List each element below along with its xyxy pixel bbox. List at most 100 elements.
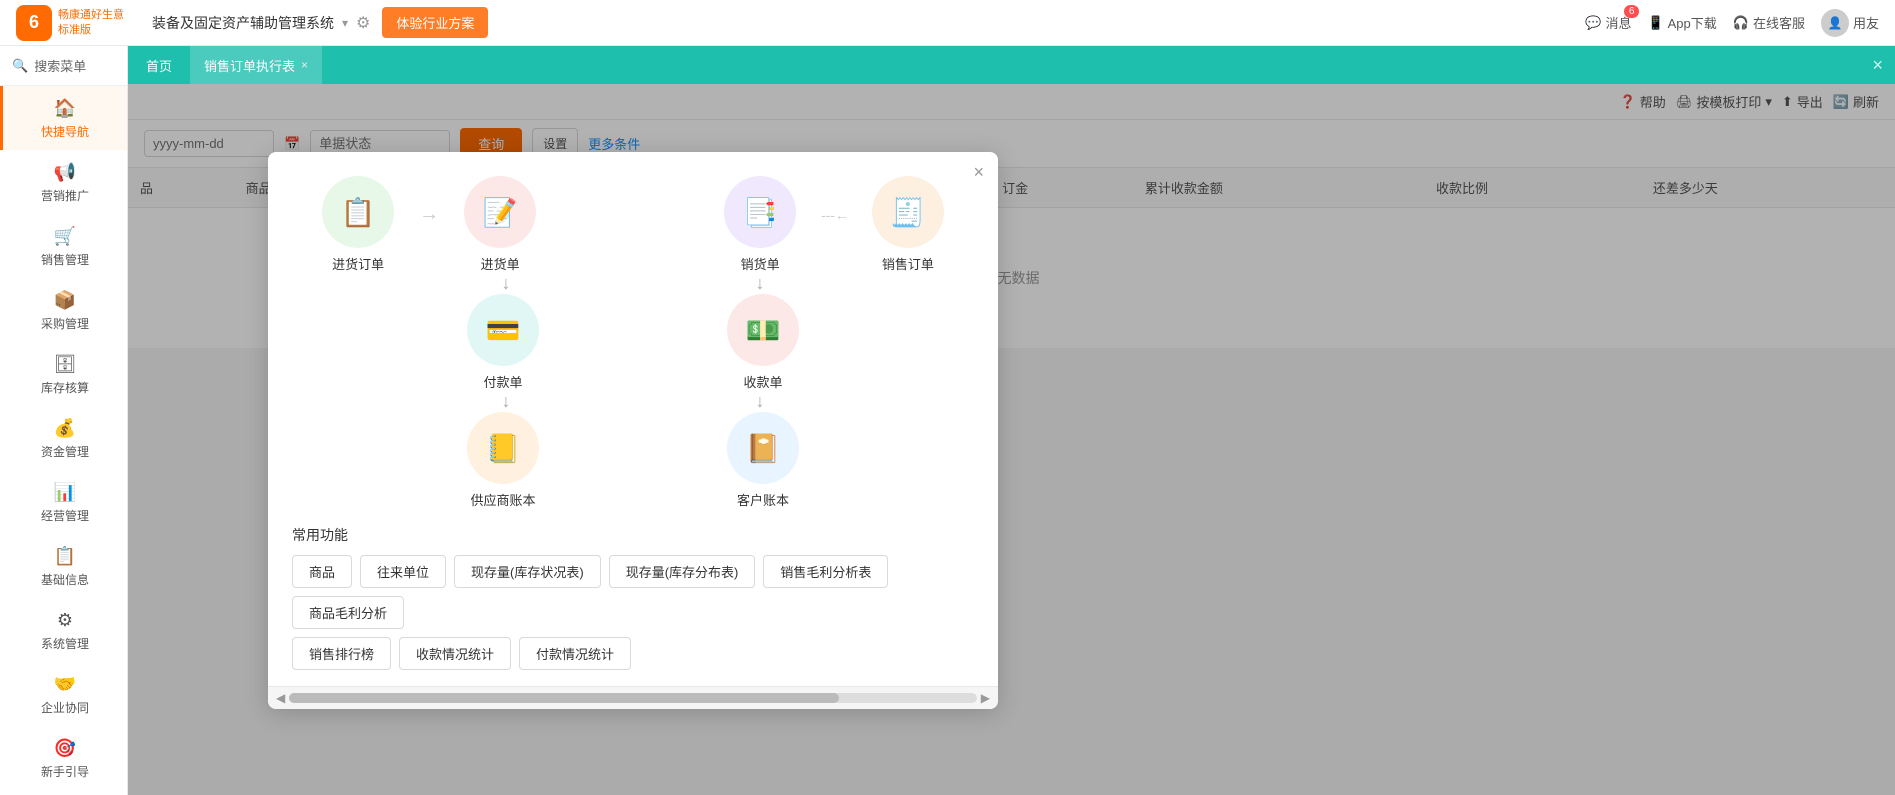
func-btn-stock-dist[interactable]: 现存量(库存分布表) [609, 555, 756, 588]
page-content: ❓ 帮助 🖨 按模板打印 ▾ ⬆ 导出 🔄 [128, 84, 1895, 795]
trial-button[interactable]: 体验行业方案 [382, 7, 488, 38]
func-buttons-row1: 商品 往来单位 现存量(库存状况表) 现存量(库存分布表) 销售毛利分析表 商品… [292, 555, 974, 629]
system-icon: ⚙ [57, 610, 73, 631]
tab-close-button[interactable]: × [301, 58, 308, 72]
inventory-icon: 🗄 [54, 354, 77, 375]
app-download-button[interactable]: 📱 App下载 [1647, 13, 1716, 32]
down-arrow-payment: ↓ [442, 391, 569, 412]
scroll-right-arrow[interactable]: ▶ [981, 691, 990, 705]
flow-purchase-bill[interactable]: 📝 进货单 [435, 176, 565, 273]
spacer-r2-1 [292, 273, 419, 294]
func-btn-sales-rank[interactable]: 销售排行榜 [292, 637, 391, 670]
sidebar-item-newbie[interactable]: 🎯 新手引导 [0, 726, 127, 790]
sidebar-item-finance[interactable]: 💰 资金管理 [0, 406, 127, 470]
user-menu[interactable]: 👤 用友 [1821, 9, 1879, 37]
func-btn-receipt-stat[interactable]: 收款情况统计 [399, 637, 511, 670]
online-service-button[interactable]: 🎧 在线客服 [1733, 13, 1805, 32]
down-arrow-purchase-bill: ↓ [442, 273, 569, 294]
spacer-r2-3 [569, 273, 696, 294]
spacer-r4-1 [292, 391, 419, 412]
common-func-title: 常用功能 [292, 525, 974, 545]
flow-payment-bill[interactable]: 💳 付款单 [438, 294, 568, 391]
flow-sales-bill[interactable]: 📑 销货单 [695, 176, 825, 273]
purchase-bill-icon: 📝 [464, 176, 536, 248]
sales-bill-icon: 📑 [724, 176, 796, 248]
close-all-tabs-button[interactable]: × [1872, 55, 1883, 76]
finance-icon: 💰 [54, 418, 76, 439]
modal-overlay: × 📋 进货订单 → [128, 84, 1895, 795]
avatar: 👤 [1821, 9, 1849, 37]
customer-ledger-icon: 📔 [727, 412, 799, 484]
sales-order-label: 销售订单 [882, 254, 934, 273]
scroll-left-arrow[interactable]: ◀ [276, 691, 285, 705]
purchase-order-icon: 📋 [322, 176, 394, 248]
func-btn-sales-margin[interactable]: 销售毛利分析表 [763, 555, 888, 588]
down-arrow-receipt: ↓ [697, 391, 824, 412]
sidebar: 🔍 搜索菜单 🏠 快捷导航 📢 营销推广 🛒 销售管理 📦 采购管理 🗄 [0, 46, 128, 795]
app-icon: 📱 [1647, 15, 1663, 31]
spacer-r4-3 [569, 391, 696, 412]
sidebar-item-quick-nav[interactable]: 🏠 快捷导航 [0, 86, 127, 150]
newbie-icon: 🎯 [54, 738, 76, 759]
system-title: 装备及固定资产辅助管理系统 ▾ [152, 13, 348, 33]
sidebar-item-basic[interactable]: 📋 基础信息 [0, 534, 127, 598]
func-btn-payment-stat[interactable]: 付款情况统计 [519, 637, 631, 670]
sales-order-icon: 🧾 [872, 176, 944, 248]
supplier-ledger-icon: 📒 [467, 412, 539, 484]
func-btn-product-margin[interactable]: 商品毛利分析 [292, 596, 404, 629]
common-functions-section: 常用功能 商品 往来单位 现存量(库存状况表) 现存量(库存分布表) 销售毛利分… [292, 525, 974, 670]
sales-icon: 🛒 [54, 226, 76, 247]
func-buttons-row2: 销售排行榜 收款情况统计 付款情况统计 [292, 637, 974, 670]
sidebar-item-system[interactable]: ⚙ 系统管理 [0, 598, 127, 662]
down-arrow-sales-bill: ↓ [697, 273, 824, 294]
spacer-r4-6 [847, 391, 974, 412]
tab-sales-order[interactable]: 销售订单执行表 × [190, 46, 322, 84]
operation-icon: 📊 [54, 482, 76, 503]
supplier-ledger-label: 供应商账本 [470, 490, 535, 509]
service-icon: 🎧 [1733, 15, 1749, 31]
func-btn-product[interactable]: 商品 [292, 555, 352, 588]
flow-supplier-ledger[interactable]: 📒 供应商账本 [438, 412, 568, 509]
purchase-bill-label: 进货单 [481, 254, 520, 273]
modal-scroll-bar[interactable]: ◀ ▶ [268, 686, 998, 709]
sidebar-item-sales[interactable]: 🛒 销售管理 [0, 214, 127, 278]
content-area: 首页 销售订单执行表 × × ❓ 帮助 [128, 46, 1895, 795]
sidebar-item-marketing[interactable]: 📢 营销推广 [0, 150, 127, 214]
func-btn-partner[interactable]: 往来单位 [360, 555, 446, 588]
sidebar-item-inventory[interactable]: 🗄 库存核算 [0, 342, 127, 406]
scroll-thumb [289, 693, 839, 703]
enterprise-icon: 🤝 [54, 674, 76, 695]
gear-icon[interactable]: ⚙ [356, 13, 370, 33]
spacer-r2-arrow2 [824, 273, 847, 294]
logo-area: 6 畅康通好生意 标准版 [16, 5, 144, 41]
spacer-r2-6 [847, 273, 974, 294]
top-right-actions: 💬 消息 6 📱 App下载 🎧 在线客服 👤 用友 [1585, 9, 1879, 37]
sidebar-item-enterprise[interactable]: 🤝 企业协同 [0, 662, 127, 726]
flow-customer-ledger[interactable]: 📔 客户账本 [698, 412, 828, 509]
sales-bill-label: 销货单 [741, 254, 780, 273]
system-dropdown-icon[interactable]: ▾ [342, 16, 348, 30]
search-icon: 🔍 [12, 58, 28, 74]
marketing-icon: 📢 [54, 162, 76, 183]
spacer-r4-a [419, 391, 442, 412]
payment-bill-icon: 💳 [467, 294, 539, 366]
sidebar-item-operation[interactable]: 📊 经营管理 [0, 470, 127, 534]
sidebar-item-purchase[interactable]: 📦 采购管理 [0, 278, 127, 342]
tab-bar: 首页 销售订单执行表 × × [128, 46, 1895, 84]
message-badge: 6 [1624, 5, 1640, 18]
modal-close-button[interactable]: × [973, 162, 984, 183]
message-icon: 💬 [1585, 15, 1601, 31]
flow-purchase-order[interactable]: 📋 进货订单 [293, 176, 423, 273]
customer-ledger-label: 客户账本 [737, 490, 789, 509]
func-btn-stock-status[interactable]: 现存量(库存状况表) [454, 555, 601, 588]
search-menu-button[interactable]: 🔍 搜索菜单 [0, 46, 127, 86]
tab-home[interactable]: 首页 [128, 46, 190, 84]
message-button[interactable]: 💬 消息 6 [1585, 13, 1631, 32]
spacer-mid [565, 215, 695, 235]
modal-box: × 📋 进货订单 → [268, 152, 998, 709]
purchase-order-label: 进货订单 [332, 254, 384, 273]
spacer-r4-a2 [824, 391, 847, 412]
flow-receipt-bill[interactable]: 💵 收款单 [698, 294, 828, 391]
logo-icon: 6 [16, 5, 52, 41]
flow-sales-order[interactable]: 🧾 销售订单 [843, 176, 973, 273]
